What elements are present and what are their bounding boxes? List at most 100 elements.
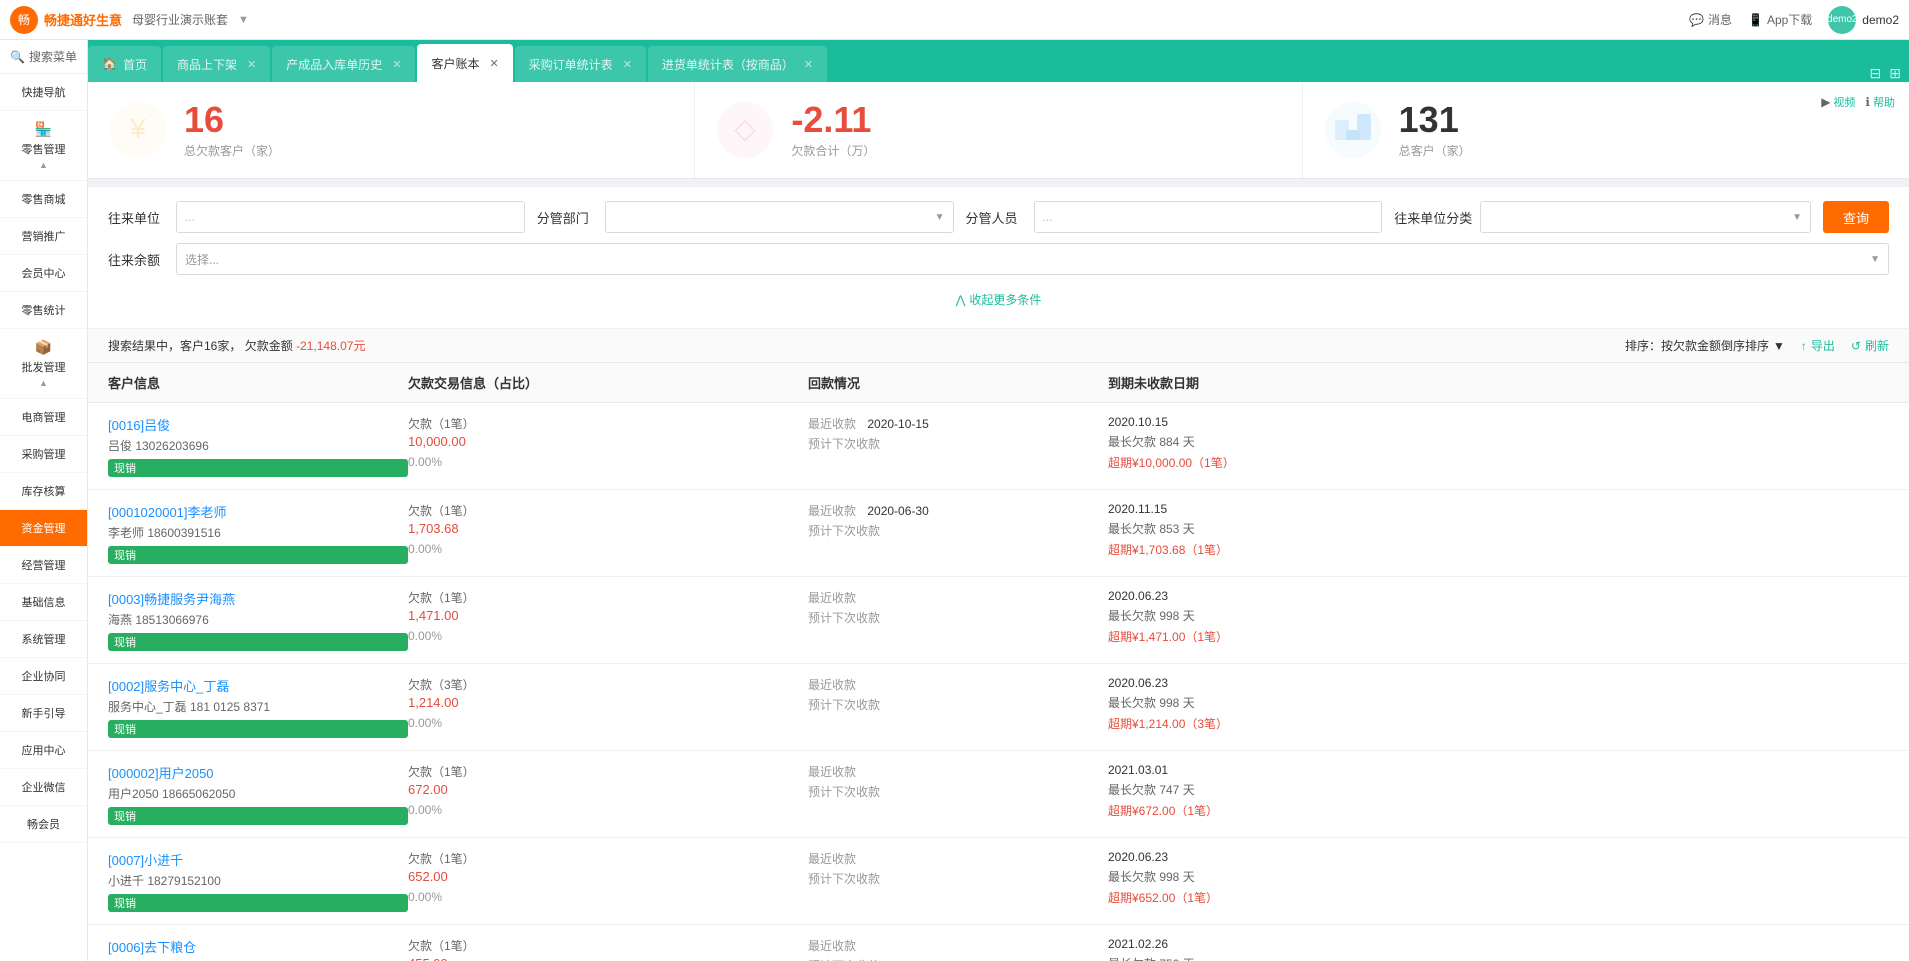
debt-amount-0: 10,000.00 [408, 434, 808, 449]
sidebar-item-system[interactable]: 系统管理 [0, 621, 87, 658]
balance-value: 选择... [185, 251, 219, 268]
video-button[interactable]: ▶ 视频 [1821, 94, 1855, 110]
recovery-info-1: 最近收款 2020-06-30 预计下次收款 [808, 502, 1108, 539]
debt-info-3: 欠款（3笔） 1,214.00 0.00% [408, 676, 808, 730]
tab-product-shelves[interactable]: 商品上下架 ✕ [163, 46, 270, 82]
sidebar-item-ops-mgmt[interactable]: 经营管理 [0, 547, 87, 584]
sidebar-item-member[interactable]: 会员中心 [0, 255, 87, 292]
customer-name-2[interactable]: [0003]畅捷服务尹海燕 [108, 589, 408, 608]
sidebar-item-retail-stats[interactable]: 零售统计 [0, 292, 87, 329]
debt-ratio-3: 0.00% [408, 716, 808, 730]
tab-close-purchase-summary[interactable]: ✕ [623, 58, 632, 71]
sidebar-item-purchase[interactable]: 采购管理 [0, 436, 87, 473]
customer-name-5[interactable]: [0007]小进千 [108, 850, 408, 869]
tab-collapse-icon[interactable]: ⊟ [1870, 65, 1882, 82]
collapse-icon: ⋀ [956, 293, 966, 307]
unit-category-select[interactable]: ▼ [1480, 201, 1811, 233]
stats-row: ¥ 16 总欠款客户（家） ◇ [88, 82, 1909, 179]
tab-product-history[interactable]: 产成品入库单历史 ✕ [272, 46, 415, 82]
sidebar-item-finance[interactable]: 资金管理 [0, 510, 87, 547]
dept-arrow: ▼ [935, 212, 945, 223]
overdue-amount-4[interactable]: 超期¥672.00（1笔） [1108, 802, 1889, 819]
overdue-date-5: 2020.06.23 [1108, 850, 1889, 864]
quick-nav-label: 快捷导航 [22, 84, 66, 100]
customer-name-0[interactable]: [0016]吕俊 [108, 415, 408, 434]
tab-home-label: 首页 [123, 56, 147, 73]
table-row: [0006]去下粮仓 陈小帅 现销 欠款（1笔） 455.90 0.00% 最近… [88, 925, 1909, 961]
sidebar-label-retail-mall: 零售商城 [22, 191, 66, 207]
sidebar-search[interactable]: 🔍 搜索菜单 [0, 40, 87, 74]
sidebar-item-quick-nav[interactable]: 快捷导航 [0, 74, 87, 111]
sidebar-item-marketing[interactable]: 营销推广 [0, 218, 87, 255]
tab-customer-account[interactable]: 客户账本 ✕ [417, 44, 512, 82]
sidebar-label-app-center: 应用中心 [22, 742, 66, 758]
manager-input[interactable]: ... [1034, 201, 1383, 233]
sidebar-label-purchase: 采购管理 [22, 446, 66, 462]
customer-info-6: [0006]去下粮仓 陈小帅 现销 [108, 937, 408, 961]
top-bar: 畅 畅捷通好生意 母婴行业演示账套 ▼ 💬 消息 📱 App下载 demo2 d… [0, 0, 1909, 40]
tab-close-customer-account[interactable]: ✕ [489, 57, 498, 70]
sidebar-label-system: 系统管理 [22, 631, 66, 647]
customer-info-5: [0007]小进千 小进千 18279152100 现销 [108, 850, 408, 912]
tab-close-incoming-summary[interactable]: ✕ [804, 58, 813, 71]
overdue-amount-1[interactable]: 超期¥1,703.68（1笔） [1108, 541, 1889, 558]
tab-incoming-summary[interactable]: 进货单统计表（按商品） ✕ [648, 46, 827, 82]
user-area[interactable]: demo2 demo2 [1828, 6, 1899, 34]
overdue-days-2: 最长欠款 998 天 [1108, 607, 1889, 624]
sidebar-icon-retail-mgmt: 🏪 [35, 121, 52, 138]
export-button[interactable]: ↑ 导出 [1801, 337, 1835, 354]
tab-close-product-history[interactable]: ✕ [392, 58, 401, 71]
app-logo: 畅 [10, 6, 38, 34]
customer-name-4[interactable]: [000002]用户2050 [108, 763, 408, 782]
stat-label-debtors: 总欠款客户（家） [184, 142, 280, 159]
sidebar-item-ecommerce[interactable]: 电商管理 [0, 399, 87, 436]
source-unit-input[interactable]: ... [176, 201, 525, 233]
sidebar-item-app-center[interactable]: 应用中心 [0, 732, 87, 769]
tab-purchase-summary[interactable]: 采购订单统计表 ✕ [515, 46, 646, 82]
filter-manager: 分管人员 ... [966, 201, 1383, 233]
overdue-amount-2[interactable]: 超期¥1,471.00（1笔） [1108, 628, 1889, 645]
sort-arrow[interactable]: ▼ [1773, 339, 1785, 353]
sidebar-item-retail-mall[interactable]: 零售商城 [0, 181, 87, 218]
help-icon: ℹ [1865, 95, 1870, 109]
sidebar-item-enterprise[interactable]: 企业协同 [0, 658, 87, 695]
sidebar-item-basic-info[interactable]: 基础信息 [0, 584, 87, 621]
col-header-customer: 客户信息 [108, 373, 408, 392]
search-button[interactable]: 查询 [1823, 201, 1889, 233]
tab-home[interactable]: 🏠 首页 [88, 46, 161, 82]
message-button[interactable]: 💬 消息 [1689, 11, 1732, 28]
app-download-button[interactable]: 📱 App下载 [1748, 11, 1812, 28]
sidebar-item-vip[interactable]: 畅会员 [0, 806, 87, 843]
dept-label: 分管部门 [537, 208, 597, 227]
sidebar-item-retail-mgmt[interactable]: 🏪 零售管理 ▲ [0, 111, 87, 181]
tab-product-history-label: 产成品入库单历史 [286, 56, 382, 73]
tab-close-product-shelves[interactable]: ✕ [247, 58, 256, 71]
customer-name-3[interactable]: [0002]服务中心_丁磊 [108, 676, 408, 695]
sidebar-item-batch-mgmt[interactable]: 📦 批发管理 ▲ [0, 329, 87, 399]
dept-select[interactable]: ▼ [605, 201, 954, 233]
refresh-button[interactable]: ↺ 刷新 [1851, 337, 1889, 354]
filter-source-unit: 往来单位 ... [108, 201, 525, 233]
collapse-button[interactable]: ⋀ 收起更多条件 [108, 285, 1889, 314]
debt-amount-2: 1,471.00 [408, 608, 808, 623]
overdue-date-4: 2021.03.01 [1108, 763, 1889, 777]
overdue-amount-0[interactable]: 超期¥10,000.00（1笔） [1108, 454, 1889, 471]
customer-name-6[interactable]: [0006]去下粮仓 [108, 937, 408, 956]
customer-name-1[interactable]: [0001020001]李老师 [108, 502, 408, 521]
overdue-amount-5[interactable]: 超期¥652.00（1笔） [1108, 889, 1889, 906]
customer-phone-3: 服务中心_丁磊 181 0125 8371 [108, 698, 408, 715]
help-button[interactable]: ℹ 帮助 [1865, 94, 1895, 110]
overdue-amount-3[interactable]: 超期¥1,214.00（3笔） [1108, 715, 1889, 732]
sidebar-item-enterprise-wechat[interactable]: 企业微信 [0, 769, 87, 806]
tab-maximize-icon[interactable]: ⊞ [1889, 65, 1901, 82]
overdue-info-5: 2020.06.23 最长欠款 998 天 超期¥652.00（1笔） [1108, 850, 1889, 906]
source-unit-label: 往来单位 [108, 208, 168, 227]
store-arrow[interactable]: ▼ [238, 14, 249, 26]
sidebar-item-inventory[interactable]: 库存核算 [0, 473, 87, 510]
customer-tag-3: 现销 [108, 720, 408, 738]
sidebar-label-retail-stats: 零售统计 [22, 302, 66, 318]
balance-label: 往来余额 [108, 250, 168, 269]
balance-select[interactable]: 选择... ▼ [176, 243, 1889, 275]
table-row: [0001020001]李老师 李老师 18600391516 现销 欠款（1笔… [88, 490, 1909, 577]
sidebar-item-newbie[interactable]: 新手引导 [0, 695, 87, 732]
